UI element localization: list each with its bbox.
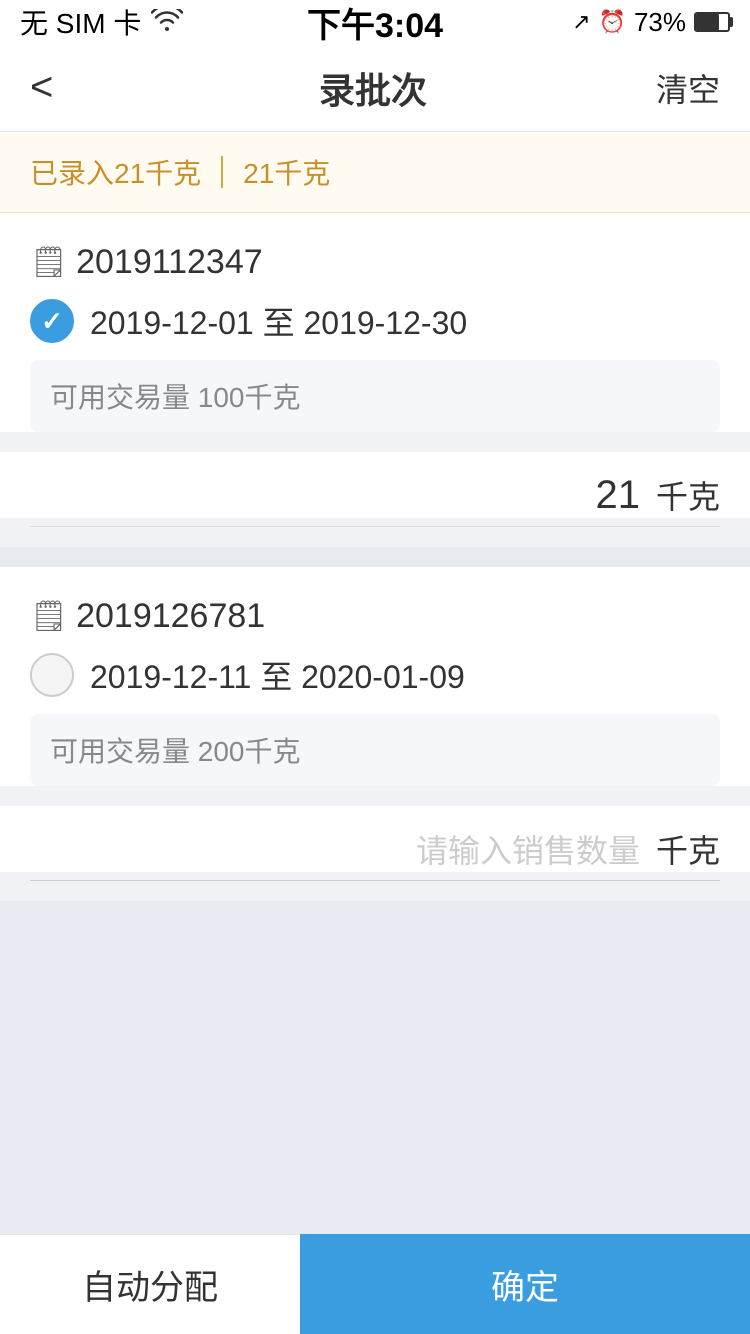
bottom-buttons: 自动分配 确定 xyxy=(0,1234,750,1334)
batch-date-2: 2019-12-11 至 2020-01-09 xyxy=(90,652,465,698)
confirm-button[interactable]: 确定 xyxy=(300,1234,750,1334)
qty-input-row-2: 请输入销售数量 千克 xyxy=(0,806,750,872)
qty-input-row-1: 21 千克 xyxy=(0,452,750,518)
clear-button[interactable]: 清空 xyxy=(656,65,720,111)
no-sim-label: 无 SIM 卡 xyxy=(20,2,141,42)
batch-id-2: 2019126781 xyxy=(76,597,265,636)
qty-unit-2: 千克 xyxy=(656,826,720,872)
summary-value: 21千克 xyxy=(243,152,330,192)
batch-item-2: 🗒 2019126781 2019-12-11 至 2020-01-09 可用交… xyxy=(0,567,750,786)
battery-label: 73% xyxy=(634,7,686,38)
qty-placeholder-2: 请输入销售数量 xyxy=(416,826,640,872)
auto-distribute-button[interactable]: 自动分配 xyxy=(0,1234,300,1334)
nav-bar: < 录批次 清空 xyxy=(0,44,750,132)
alarm-icon: ⏰ xyxy=(599,9,626,35)
batch-date-1: 2019-12-01 至 2019-12-30 xyxy=(90,298,467,344)
batch-date-row-2[interactable]: 2019-12-11 至 2020-01-09 xyxy=(30,652,720,698)
batch-item-1: 🗒 2019112347 2019-12-01 至 2019-12-30 可用交… xyxy=(0,213,750,432)
batch-icon-1: 🗒 xyxy=(30,245,68,280)
back-button[interactable]: < xyxy=(30,65,90,110)
radio-1[interactable] xyxy=(30,299,74,343)
location-icon: ↗ xyxy=(572,9,590,35)
qty-underline-2 xyxy=(30,880,720,881)
status-time: 下午3:04 xyxy=(307,0,443,47)
batch-id-row-1: 🗒 2019112347 xyxy=(30,243,720,282)
batch-id-1: 2019112347 xyxy=(76,243,263,282)
wifi-icon xyxy=(151,6,183,38)
page-title: 录批次 xyxy=(319,62,427,114)
batch-id-row-2: 🗒 2019126781 xyxy=(30,597,720,636)
qty-value-1[interactable]: 21 xyxy=(595,473,640,518)
separator xyxy=(0,547,750,567)
status-left: 无 SIM 卡 xyxy=(20,2,183,42)
status-right: ↗ ⏰ 73% xyxy=(572,7,730,38)
available-qty-2: 可用交易量 200千克 xyxy=(30,714,720,786)
summary-divider xyxy=(221,156,223,188)
qty-unit-1: 千克 xyxy=(656,472,720,518)
summary-label: 已录入21千克 xyxy=(30,152,201,192)
batch-icon-2: 🗒 xyxy=(30,599,68,634)
battery-icon xyxy=(694,12,730,32)
batch-date-row-1[interactable]: 2019-12-01 至 2019-12-30 xyxy=(30,298,720,344)
summary-banner: 已录入21千克 21千克 xyxy=(0,132,750,213)
radio-2[interactable] xyxy=(30,653,74,697)
available-qty-1: 可用交易量 100千克 xyxy=(30,360,720,432)
status-bar: 无 SIM 卡 下午3:04 ↗ ⏰ 73% xyxy=(0,0,750,44)
qty-underline-1 xyxy=(30,526,720,527)
